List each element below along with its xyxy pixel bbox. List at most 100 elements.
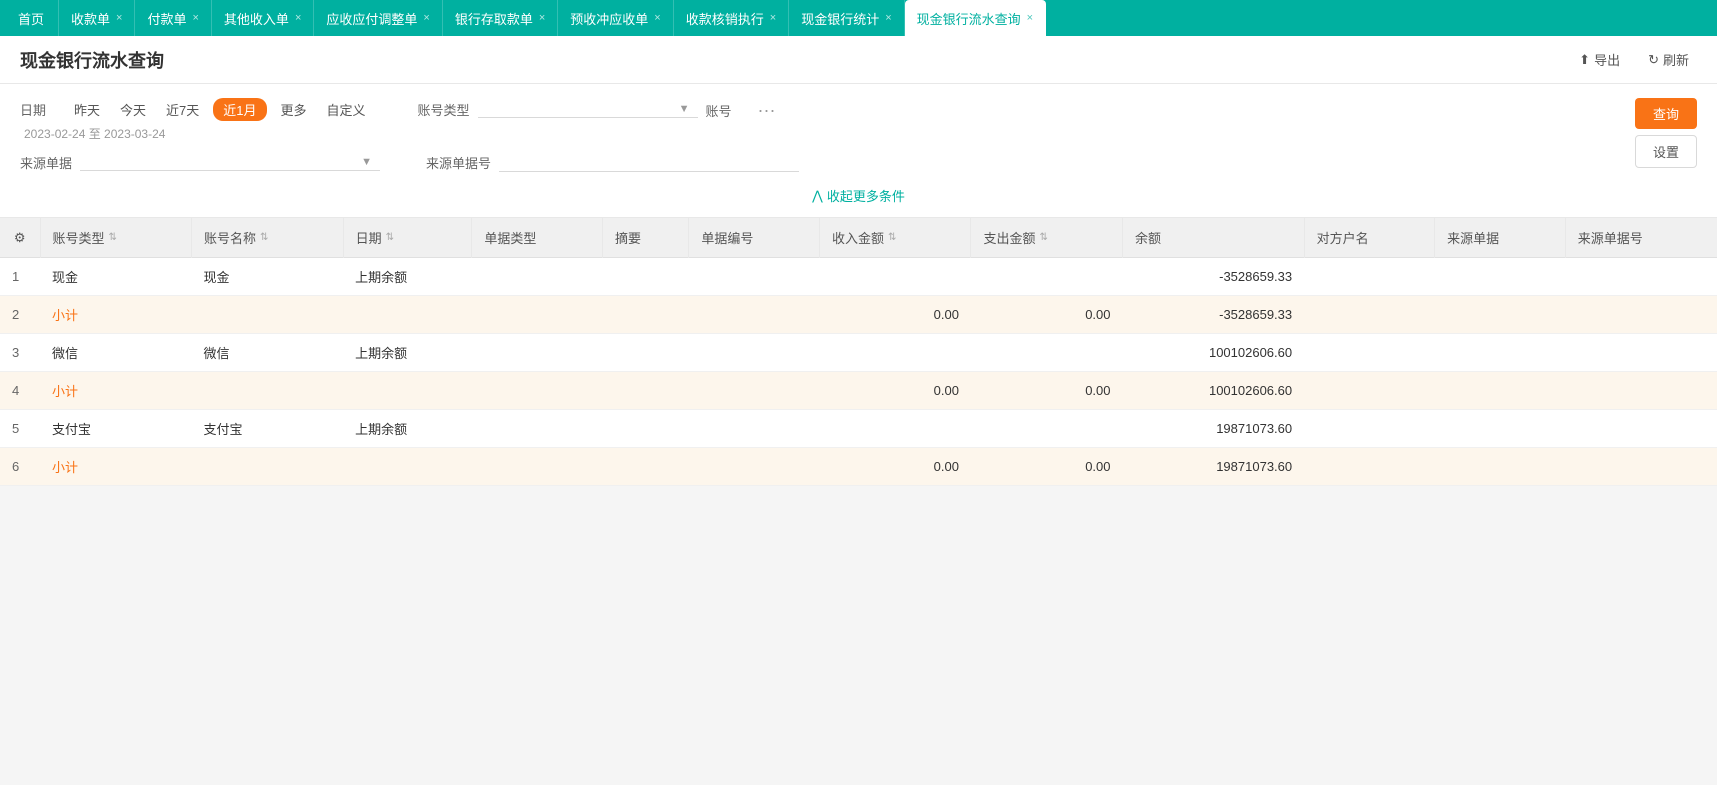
cell-source-doc-no	[1565, 410, 1717, 448]
export-button[interactable]: ⬆ 导出	[1571, 46, 1628, 73]
cell-source-doc	[1435, 372, 1566, 410]
close-tab-8-icon[interactable]: ×	[1027, 12, 1033, 24]
source-doc-select[interactable]: ▼	[80, 154, 380, 171]
source-doc-arrow-icon: ▼	[361, 156, 372, 168]
nav-tab-0[interactable]: 收款单×	[59, 0, 135, 36]
cell-income: 0.00	[819, 372, 971, 410]
table-row: 6 小计 0.00 0.00 19871073.60	[0, 448, 1717, 486]
col-balance: 余额	[1123, 218, 1305, 258]
sort-icon-account-type: ⇅	[109, 232, 117, 243]
nav-tab-5[interactable]: 预收冲应收单×	[558, 0, 673, 36]
sort-icon-expense: ⇅	[1039, 232, 1047, 243]
col-expense-sort[interactable]: 支出金额 ⇅	[983, 228, 1047, 247]
nav-tab-7[interactable]: 现金银行统计×	[789, 0, 904, 36]
date-btn-custom[interactable]: 自定义	[321, 98, 372, 121]
page-header: 现金银行流水查询 ⬆ 导出 ↻ 刷新	[0, 36, 1717, 84]
cell-doc-no	[689, 372, 820, 410]
cell-account-type: 小计	[40, 372, 192, 410]
sort-icon-account-name: ⇅	[260, 232, 268, 243]
close-tab-2-icon[interactable]: ×	[295, 12, 301, 24]
col-doc-type: 单据类型	[472, 218, 603, 258]
col-doc-no: 单据编号	[689, 218, 820, 258]
refresh-icon: ↻	[1648, 52, 1659, 68]
source-doc-no-input[interactable]	[499, 152, 799, 172]
cell-doc-type	[472, 334, 603, 372]
cell-source-doc	[1435, 448, 1566, 486]
col-expense: 支出金额 ⇅	[971, 218, 1123, 258]
close-tab-0-icon[interactable]: ×	[116, 12, 122, 24]
close-tab-6-icon[interactable]: ×	[770, 12, 776, 24]
date-btn-today[interactable]: 今天	[114, 98, 152, 121]
collapse-bar[interactable]: ⋀ 收起更多条件	[20, 182, 1697, 207]
cell-account-name: 微信	[192, 334, 344, 372]
date-shortcuts: 昨天 今天 近7天 近1月 更多 自定义	[68, 98, 372, 121]
account-more-button[interactable]: ···	[754, 100, 780, 121]
date-btn-1month[interactable]: 近1月	[213, 98, 266, 121]
col-account-name-sort[interactable]: 账号名称 ⇅	[204, 228, 268, 247]
nav-tab-3[interactable]: 应收应付调整单×	[314, 0, 442, 36]
date-btn-more[interactable]: 更多	[275, 98, 313, 121]
date-btn-7days[interactable]: 近7天	[160, 98, 205, 121]
cell-doc-no	[689, 258, 820, 296]
account-type-select[interactable]: ▼	[478, 101, 698, 118]
nav-home[interactable]: 首页	[4, 0, 59, 36]
cell-income	[819, 410, 971, 448]
cell-summary	[602, 334, 688, 372]
close-tab-7-icon[interactable]: ×	[885, 12, 891, 24]
nav-tab-6[interactable]: 收款核销执行×	[674, 0, 789, 36]
col-account-type-sort[interactable]: 账号类型 ⇅	[53, 228, 117, 247]
nav-tab-2[interactable]: 其他收入单×	[212, 0, 314, 36]
refresh-button[interactable]: ↻ 刷新	[1640, 46, 1697, 73]
cell-summary	[602, 448, 688, 486]
close-tab-3-icon[interactable]: ×	[423, 12, 429, 24]
cell-account-type: 支付宝	[40, 410, 192, 448]
cell-num: 3	[0, 334, 40, 372]
cell-expense: 0.00	[971, 296, 1123, 334]
table-row: 1 现金 现金 上期余额 -3528659.33	[0, 258, 1717, 296]
cell-income: 0.00	[819, 296, 971, 334]
account-type-arrow-icon: ▼	[679, 103, 690, 115]
cell-source-doc	[1435, 410, 1566, 448]
account-label: 账号	[706, 101, 746, 120]
subtotal-label: 小计	[52, 460, 78, 475]
export-label: 导出	[1594, 50, 1620, 69]
cell-doc-no	[689, 448, 820, 486]
table-row: 5 支付宝 支付宝 上期余额 19871073.60	[0, 410, 1717, 448]
col-settings[interactable]: ⚙	[0, 218, 40, 258]
close-tab-1-icon[interactable]: ×	[192, 12, 198, 24]
page-title: 现金银行流水查询	[20, 47, 164, 73]
collapse-icon: ⋀	[812, 188, 823, 204]
top-nav: 首页 收款单×付款单×其他收入单×应收应付调整单×银行存取款单×预收冲应收单×收…	[0, 0, 1717, 36]
col-income-sort[interactable]: 收入金额 ⇅	[832, 228, 896, 247]
date-range: 2023-02-24 至 2023-03-24	[24, 127, 165, 141]
cell-account-type: 小计	[40, 296, 192, 334]
cell-summary	[602, 258, 688, 296]
nav-tab-4[interactable]: 银行存取款单×	[443, 0, 558, 36]
cell-date	[343, 448, 472, 486]
cell-balance: 100102606.60	[1123, 334, 1305, 372]
cell-source-doc	[1435, 258, 1566, 296]
nav-tab-1[interactable]: 付款单×	[135, 0, 211, 36]
cell-num: 2	[0, 296, 40, 334]
cell-income	[819, 258, 971, 296]
source-doc-no-label: 来源单据号	[426, 153, 491, 172]
collapse-label: 收起更多条件	[827, 186, 905, 205]
settings-button[interactable]: 设置	[1635, 135, 1697, 168]
cell-doc-no	[689, 296, 820, 334]
query-button[interactable]: 查询	[1635, 98, 1697, 129]
nav-tab-8[interactable]: 现金银行流水查询×	[905, 0, 1046, 36]
date-btn-yesterday[interactable]: 昨天	[68, 98, 106, 121]
cell-summary	[602, 296, 688, 334]
table-row: 4 小计 0.00 0.00 100102606.60	[0, 372, 1717, 410]
close-tab-4-icon[interactable]: ×	[539, 12, 545, 24]
filter-actions: 查询 设置	[1635, 98, 1697, 168]
col-income: 收入金额 ⇅	[819, 218, 971, 258]
col-date-sort[interactable]: 日期 ⇅	[356, 228, 394, 247]
cell-doc-type	[472, 258, 603, 296]
cell-source-doc-no	[1565, 258, 1717, 296]
cell-balance: 19871073.60	[1123, 410, 1305, 448]
cell-expense: 0.00	[971, 448, 1123, 486]
close-tab-5-icon[interactable]: ×	[654, 12, 660, 24]
cell-balance: -3528659.33	[1123, 296, 1305, 334]
cell-counterpart	[1304, 410, 1435, 448]
